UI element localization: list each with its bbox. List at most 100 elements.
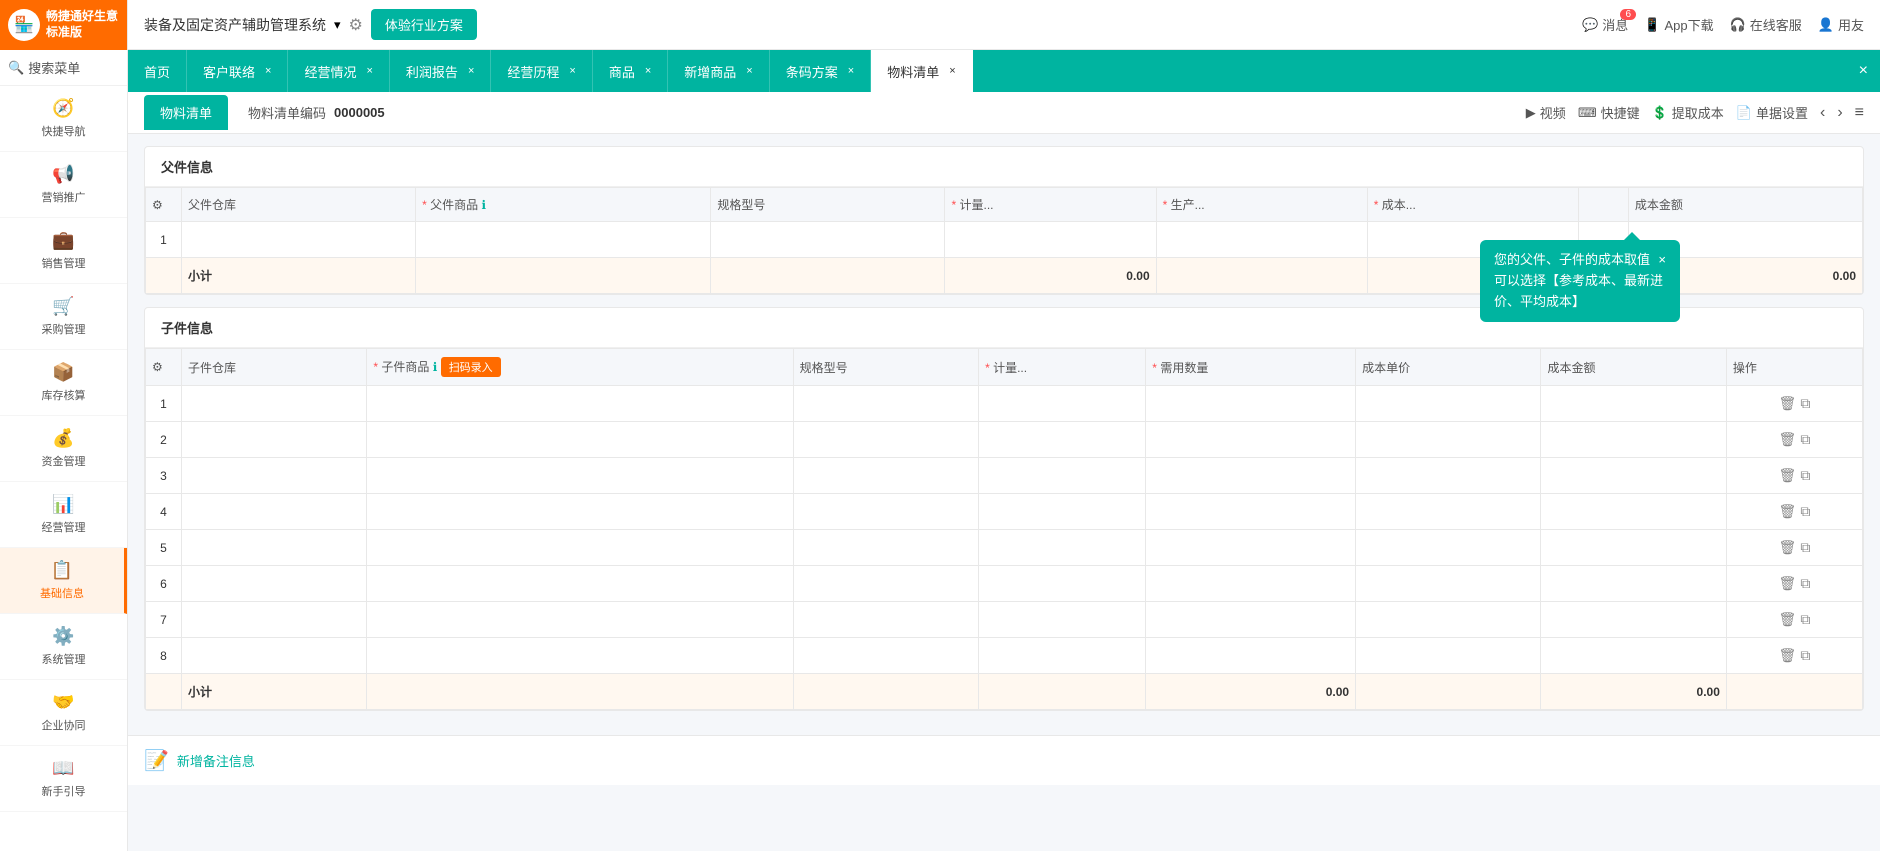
child-row-warehouse[interactable] [182,422,367,458]
sidebar-nav-operation[interactable]: 📊 经营管理 [0,482,127,548]
tab-operation-status-close[interactable]: × [366,65,372,77]
child-row-goods[interactable] [367,458,793,494]
tooltip-close-btn[interactable]: × [1658,250,1666,271]
child-row-unit-cost[interactable] [1356,422,1541,458]
child-row-quantity[interactable] [1146,458,1356,494]
child-row-unit-cost[interactable] [1356,638,1541,674]
tab-profit-report[interactable]: 利润报告 × [390,50,491,92]
child-th-settings[interactable]: ⚙ [146,349,182,386]
tab-new-goods-close[interactable]: × [746,65,752,77]
nav-prev-btn[interactable]: ‹ [1820,104,1825,122]
tab-customers[interactable]: 客户联络 × [187,50,288,92]
child-row-unit[interactable] [979,602,1146,638]
tabs-end-close[interactable]: × [1855,62,1872,80]
child-row-warehouse[interactable] [182,530,367,566]
settings-icon[interactable]: ⚙ [349,15,363,35]
sidebar-nav-marketing[interactable]: 📢 营销推广 [0,152,127,218]
child-row-action[interactable]: 🗑 ⧉ [1726,458,1862,494]
tab-bom-list[interactable]: 物料清单 × [871,50,972,92]
tab-profit-report-close[interactable]: × [468,65,474,77]
copy-icon[interactable]: ⧉ [1800,647,1810,664]
child-row-quantity[interactable] [1146,530,1356,566]
child-row-spec[interactable] [793,638,978,674]
child-row-spec[interactable] [793,386,978,422]
parent-row-spec[interactable] [711,222,945,258]
child-row-unit-cost[interactable] [1356,530,1541,566]
delete-icon[interactable]: 🗑 [1779,611,1797,628]
child-row-unit[interactable] [979,422,1146,458]
child-row-goods[interactable] [367,566,793,602]
child-row-action[interactable]: 🗑 ⧉ [1726,494,1862,530]
child-row-action[interactable]: 🗑 ⧉ [1726,530,1862,566]
child-row-warehouse[interactable] [182,494,367,530]
tab-goods-close[interactable]: × [645,65,651,77]
sidebar-nav-finance[interactable]: 💰 资金管理 [0,416,127,482]
delete-icon[interactable]: 🗑 [1779,503,1797,520]
sidebar-nav-purchase[interactable]: 🛒 采购管理 [0,284,127,350]
tab-goods[interactable]: 商品 × [593,50,668,92]
child-row-unit[interactable] [979,458,1146,494]
copy-icon[interactable]: ⧉ [1800,467,1810,484]
tab-operation-history[interactable]: 经营历程 × [491,50,592,92]
online-service-item[interactable]: 🎧 在线客服 [1730,15,1802,34]
tab-home[interactable]: 首页 [128,50,187,92]
tab-bom-list-close[interactable]: × [949,65,955,77]
parent-row-unit[interactable] [945,222,1156,258]
copy-icon[interactable]: ⧉ [1800,575,1810,592]
parent-row-goods[interactable] [416,222,711,258]
child-row-warehouse[interactable] [182,638,367,674]
child-row-unit[interactable] [979,566,1146,602]
child-row-action[interactable]: 🗑 ⧉ [1726,422,1862,458]
copy-icon[interactable]: ⧉ [1800,431,1810,448]
tab-operation-status[interactable]: 经营情况 × [288,50,389,92]
child-row-unit[interactable] [979,386,1146,422]
child-row-unit-cost[interactable] [1356,494,1541,530]
single-settings-action[interactable]: 📄 单据设置 [1736,103,1808,122]
sub-tab-bom-list[interactable]: 物料清单 [144,95,228,130]
sidebar-nav-inventory[interactable]: 📦 库存核算 [0,350,127,416]
child-row-action[interactable]: 🗑 ⧉ [1726,602,1862,638]
trial-btn[interactable]: 体验行业方案 [371,9,477,40]
child-row-spec[interactable] [793,566,978,602]
copy-icon[interactable]: ⧉ [1800,611,1810,628]
tab-operation-history-close[interactable]: × [569,65,575,77]
header-dropdown-icon[interactable]: ▾ [334,17,341,33]
copy-icon[interactable]: ⧉ [1800,395,1810,412]
copy-icon[interactable]: ⧉ [1800,539,1810,556]
delete-icon[interactable]: 🗑 [1779,539,1797,556]
child-row-unit[interactable] [979,638,1146,674]
child-row-goods[interactable] [367,386,793,422]
child-row-goods[interactable] [367,602,793,638]
delete-icon[interactable]: 🗑 [1779,431,1797,448]
extract-cost-action[interactable]: 💲 提取成本 [1652,103,1724,122]
expand-btn[interactable]: ≡ [1855,104,1864,122]
sidebar-nav-base-info[interactable]: 📋 基础信息 [0,548,127,614]
child-row-quantity[interactable] [1146,494,1356,530]
child-row-warehouse[interactable] [182,458,367,494]
child-row-spec[interactable] [793,494,978,530]
child-row-quantity[interactable] [1146,602,1356,638]
parent-row-warehouse[interactable] [182,222,416,258]
view-action[interactable]: ▶ 视频 [1526,103,1566,122]
sidebar-nav-quick-nav[interactable]: 🧭 快捷导航 [0,86,127,152]
tab-new-goods[interactable]: 新增商品 × [668,50,769,92]
child-row-action[interactable]: 🗑 ⧉ [1726,386,1862,422]
sidebar-nav-cooperation[interactable]: 🤝 企业协同 [0,680,127,746]
child-row-warehouse[interactable] [182,602,367,638]
scan-btn[interactable]: 扫码录入 [441,357,501,377]
child-row-spec[interactable] [793,602,978,638]
parent-row-production[interactable] [1156,222,1367,258]
sidebar-nav-guide[interactable]: 📖 新手引导 [0,746,127,812]
add-note-label[interactable]: 新增备注信息 [177,751,255,770]
app-download-item[interactable]: 📱 App下载 [1644,15,1713,34]
child-row-action[interactable]: 🗑 ⧉ [1726,566,1862,602]
child-row-quantity[interactable] [1146,566,1356,602]
child-row-goods[interactable] [367,530,793,566]
parent-th-settings[interactable]: ⚙ [146,188,182,222]
child-row-warehouse[interactable] [182,566,367,602]
child-goods-info-icon[interactable]: ℹ [433,360,438,374]
child-row-unit-cost[interactable] [1356,458,1541,494]
child-row-action[interactable]: 🗑 ⧉ [1726,638,1862,674]
tab-customers-close[interactable]: × [265,65,271,77]
delete-icon[interactable]: 🗑 [1779,395,1797,412]
